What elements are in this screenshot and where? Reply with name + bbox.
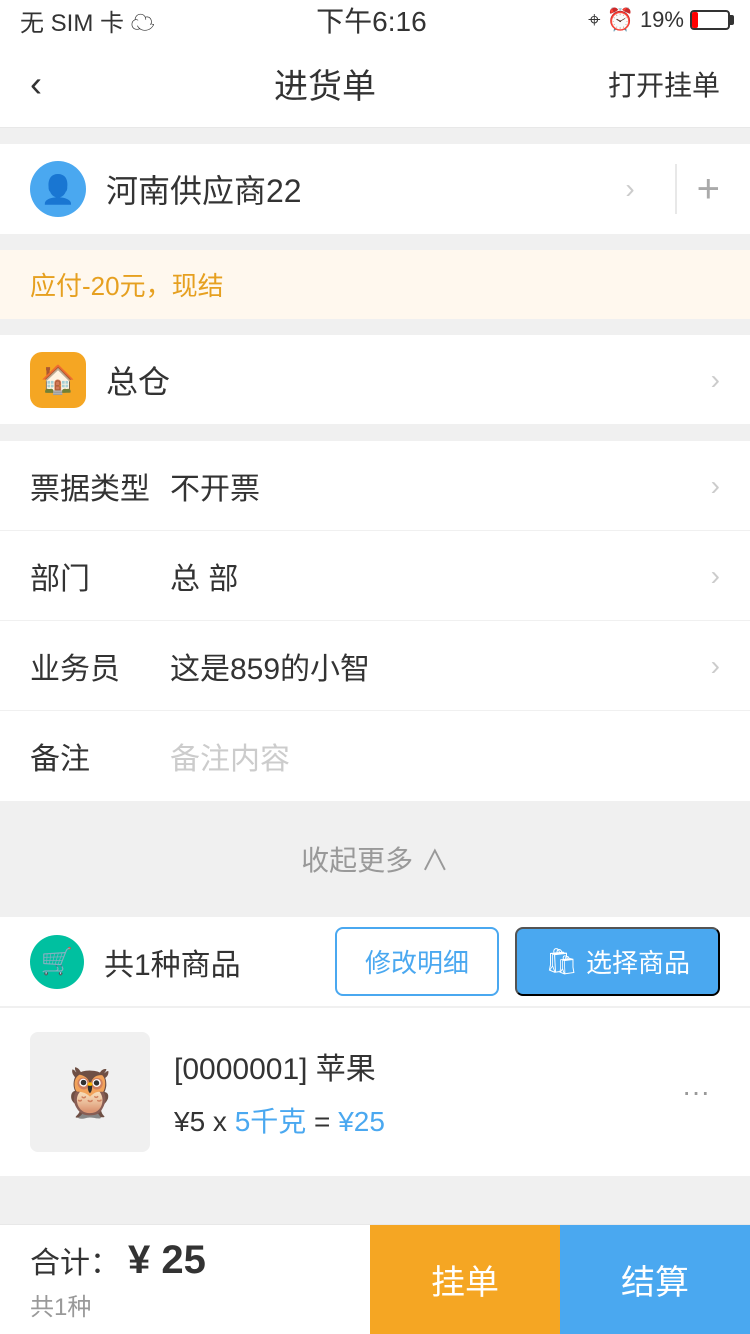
warehouse-icon: 🏠	[30, 352, 86, 408]
invoice-type-arrow-icon: ›	[711, 470, 720, 502]
supplier-avatar: 👤	[30, 161, 86, 217]
total-main: 合计： ¥ 25	[30, 1238, 340, 1283]
product-item: 🦉 [0000001] 苹果 ¥5 x 5千克 = ¥25 ···	[0, 1007, 750, 1176]
select-product-button[interactable]: 🛍 选择商品	[515, 927, 720, 996]
remark-input[interactable]: 备注内容	[170, 734, 720, 778]
supplier-arrow-icon: ›	[625, 173, 634, 205]
back-button[interactable]: ‹	[30, 63, 42, 105]
total-amount: ¥ 25	[128, 1238, 206, 1283]
add-supplier-button[interactable]: +	[697, 167, 720, 212]
open-hold-button[interactable]: 打开挂单	[608, 64, 720, 104]
status-left: 无 SIM 卡 ☁	[20, 3, 155, 38]
collapse-button[interactable]: 收起更多 ∧	[0, 817, 750, 901]
product-header-icon: 🛒	[30, 935, 84, 989]
invoice-type-label: 票据类型	[30, 464, 170, 508]
total-section: 合计： ¥ 25 共1种	[0, 1225, 370, 1334]
product-unit-price: ¥5 x	[174, 1106, 235, 1137]
salesman-arrow-icon: ›	[711, 650, 720, 682]
info-banner: 应付-20元，现结	[0, 250, 750, 319]
product-equal: =	[306, 1106, 338, 1137]
page-title: 进货单	[274, 59, 376, 108]
total-sub: 共1种	[30, 1287, 340, 1322]
edit-detail-button[interactable]: 修改明细	[335, 927, 499, 996]
product-header: 🛒 共1种商品 修改明细 🛍 选择商品	[0, 917, 750, 1007]
department-row[interactable]: 部门 总 部 ›	[0, 531, 750, 621]
battery-fill	[692, 12, 698, 28]
warehouse-name: 总仓	[106, 357, 711, 403]
product-name: [0000001] 苹果	[174, 1044, 672, 1088]
status-right: ⌖ ⏰ 19%	[588, 7, 730, 33]
form-section: 票据类型 不开票 › 部门 总 部 › 业务员 这是859的小智 › 备注 备注…	[0, 441, 750, 801]
remark-row[interactable]: 备注 备注内容	[0, 711, 750, 801]
department-arrow-icon: ›	[711, 560, 720, 592]
product-quantity: 5千克	[235, 1106, 307, 1137]
salesman-value: 这是859的小智	[170, 644, 711, 688]
remark-label: 备注	[30, 734, 170, 778]
cart-icon: 🛒	[41, 946, 73, 977]
status-time: 下午6:16	[316, 0, 427, 40]
supplier-name: 河南供应商22	[106, 166, 625, 212]
avatar-icon: 👤	[41, 173, 76, 206]
supplier-divider	[675, 164, 677, 214]
product-total: ¥25	[338, 1106, 385, 1137]
product-count: 共1种商品	[104, 940, 335, 984]
spacer-1	[0, 128, 750, 144]
status-bar: 无 SIM 卡 ☁ 下午6:16 ⌖ ⏰ 19%	[0, 0, 750, 40]
nav-bar: ‹ 进货单 打开挂单	[0, 40, 750, 128]
no-sim-text: 无 SIM 卡 ☁	[20, 3, 155, 38]
warehouse-arrow-icon: ›	[711, 364, 720, 396]
product-price: ¥5 x 5千克 = ¥25	[174, 1100, 672, 1140]
total-label: 合计：	[30, 1238, 120, 1282]
location-icon: ⌖	[588, 7, 600, 33]
product-info: [0000001] 苹果 ¥5 x 5千克 = ¥25	[174, 1044, 672, 1140]
salesman-label: 业务员	[30, 644, 170, 688]
invoice-type-value: 不开票	[170, 464, 711, 508]
product-menu-button[interactable]: ···	[672, 1066, 720, 1118]
select-product-label: 选择商品	[586, 943, 690, 980]
battery-icon	[690, 10, 730, 30]
salesman-row[interactable]: 业务员 这是859的小智 ›	[0, 621, 750, 711]
alarm-icon: ⏰	[607, 7, 634, 33]
product-thumbnail: 🦉	[30, 1032, 150, 1152]
settle-button[interactable]: 结算	[560, 1225, 750, 1334]
warehouse-row[interactable]: 🏠 总仓 ›	[0, 335, 750, 425]
bottom-bar: 合计： ¥ 25 共1种 挂单 结算	[0, 1224, 750, 1334]
select-product-icon: 🛍	[545, 946, 578, 977]
invoice-type-row[interactable]: 票据类型 不开票 ›	[0, 441, 750, 531]
supplier-row[interactable]: 👤 河南供应商22 › +	[0, 144, 750, 234]
supplier-section: 👤 河南供应商22 › +	[0, 144, 750, 234]
department-label: 部门	[30, 554, 170, 598]
warehouse-section[interactable]: 🏠 总仓 ›	[0, 335, 750, 425]
battery-text: 19%	[640, 7, 684, 33]
department-value: 总 部	[170, 554, 711, 598]
hold-button[interactable]: 挂单	[370, 1225, 560, 1334]
product-thumb-icon: 🦉	[60, 1064, 120, 1121]
